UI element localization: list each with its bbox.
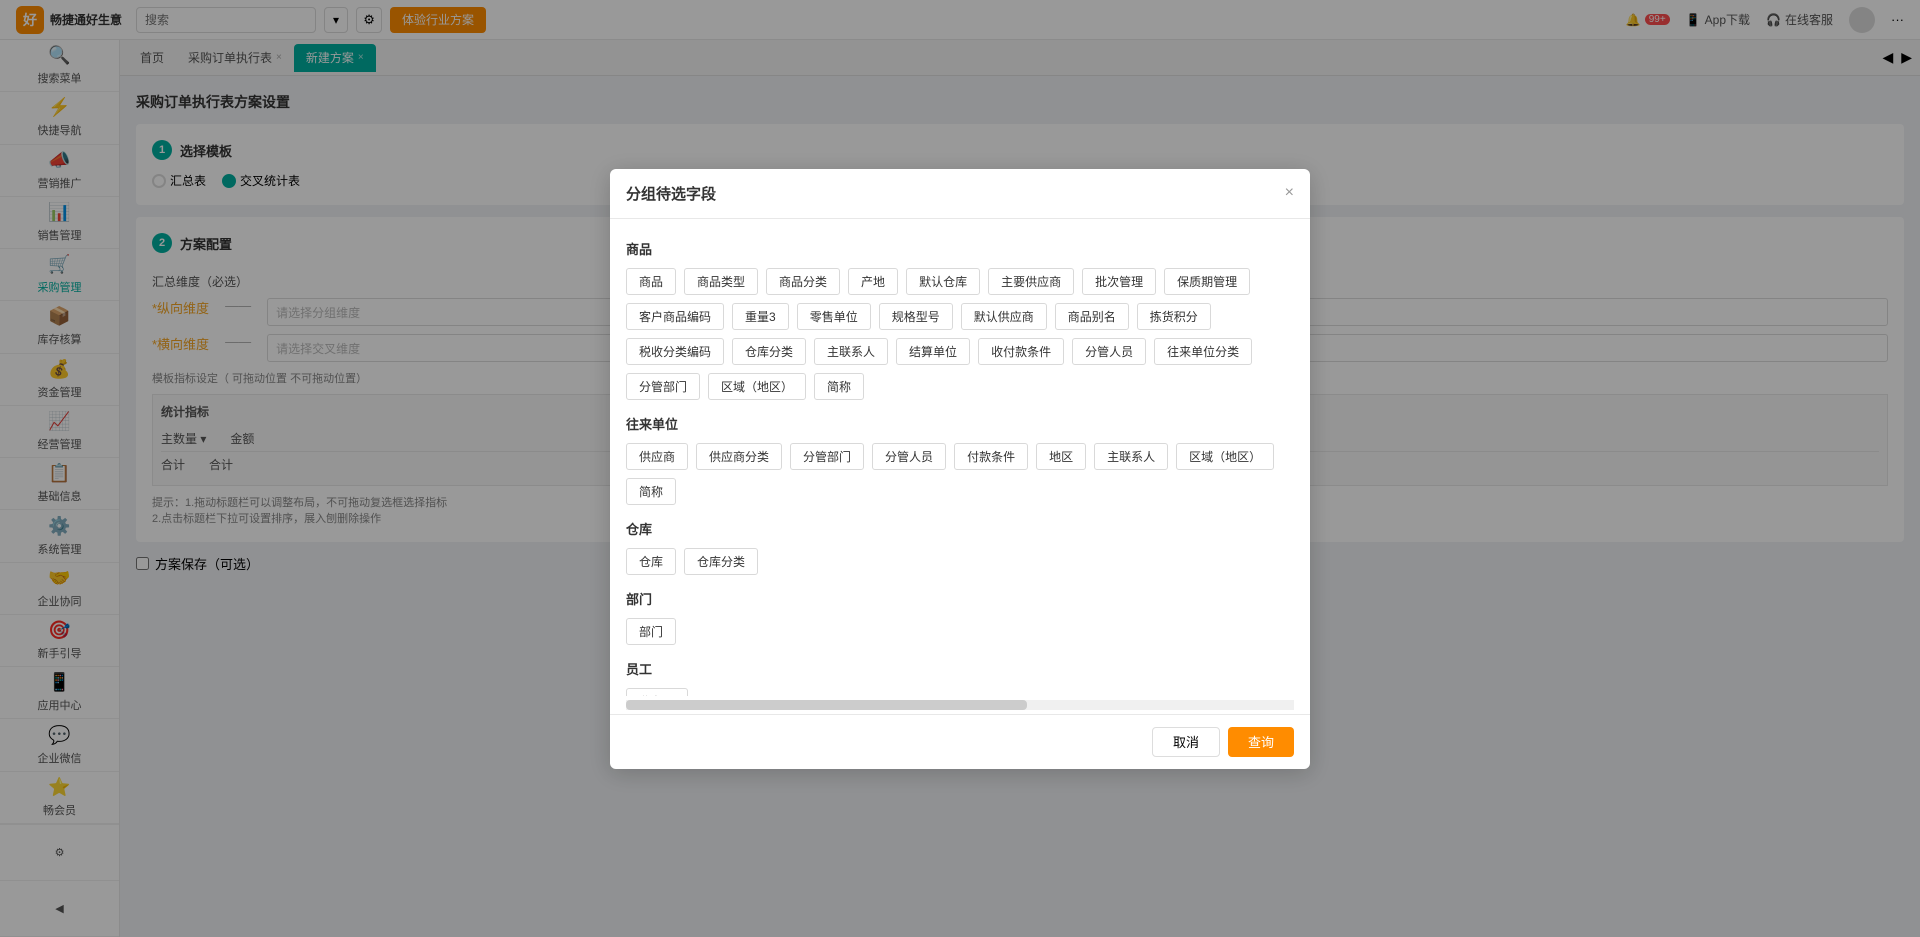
field-main-contact[interactable]: 主联系人 — [814, 338, 888, 365]
dept-fields: 部门 — [626, 618, 1294, 645]
partner-fields: 供应商 供应商分类 分管部门 分管人员 付款条件 地区 主联系人 区域（地区） … — [626, 443, 1294, 505]
overlay: 分组待选字段 × 商品 商品 商品类型 商品分类 产地 默认仓库 主要供应商 批… — [0, 0, 1920, 937]
field-warehouse-category[interactable]: 仓库分类 — [732, 338, 806, 365]
field-origin[interactable]: 产地 — [848, 268, 898, 295]
dialog: 分组待选字段 × 商品 商品 商品类型 商品分类 产地 默认仓库 主要供应商 批… — [610, 169, 1310, 769]
section-dept-title: 部门 — [626, 589, 1294, 608]
field-partner-contact[interactable]: 主联系人 — [1094, 443, 1168, 470]
field-default-supplier[interactable]: 默认供应商 — [961, 303, 1047, 330]
dialog-close-button[interactable]: × — [1285, 184, 1294, 202]
section-partner-title: 往来单位 — [626, 414, 1294, 433]
field-goods-alias[interactable]: 商品别名 — [1055, 303, 1129, 330]
field-goods-category[interactable]: 商品分类 — [766, 268, 840, 295]
dialog-footer: 取消 查询 — [610, 714, 1310, 769]
section-goods-title: 商品 — [626, 239, 1294, 258]
section-warehouse: 仓库 仓库 仓库分类 — [626, 519, 1294, 575]
section-goods: 商品 商品 商品类型 商品分类 产地 默认仓库 主要供应商 批次管理 保质期管理… — [626, 239, 1294, 400]
field-supervisor[interactable]: 分管人员 — [1072, 338, 1146, 365]
dialog-body: 商品 商品 商品类型 商品分类 产地 默认仓库 主要供应商 批次管理 保质期管理… — [610, 219, 1310, 696]
section-warehouse-title: 仓库 — [626, 519, 1294, 538]
field-pick-points[interactable]: 拣货积分 — [1137, 303, 1211, 330]
dialog-title: 分组待选字段 — [626, 183, 716, 204]
field-goods-type[interactable]: 商品类型 — [684, 268, 758, 295]
section-dept: 部门 部门 — [626, 589, 1294, 645]
section-employee-title: 员工 — [626, 659, 1294, 678]
field-partner-short[interactable]: 简称 — [626, 478, 676, 505]
field-salesperson[interactable]: 业务员 — [626, 688, 688, 696]
field-shelf-life[interactable]: 保质期管理 — [1164, 268, 1250, 295]
field-spec[interactable]: 规格型号 — [879, 303, 953, 330]
field-supplier[interactable]: 供应商 — [626, 443, 688, 470]
field-default-warehouse[interactable]: 默认仓库 — [906, 268, 980, 295]
cancel-button[interactable]: 取消 — [1152, 727, 1220, 757]
field-department[interactable]: 部门 — [626, 618, 676, 645]
field-retail-unit[interactable]: 零售单位 — [797, 303, 871, 330]
field-partner-dept[interactable]: 分管部门 — [790, 443, 864, 470]
goods-fields: 商品 商品类型 商品分类 产地 默认仓库 主要供应商 批次管理 保质期管理 客户… — [626, 268, 1294, 400]
scrollbar-container — [610, 696, 1310, 714]
field-batch-mgmt[interactable]: 批次管理 — [1082, 268, 1156, 295]
field-payment-terms[interactable]: 收付款条件 — [978, 338, 1064, 365]
dialog-header: 分组待选字段 × — [610, 169, 1310, 219]
warehouse-fields: 仓库 仓库分类 — [626, 548, 1294, 575]
section-employee: 员工 业务员 — [626, 659, 1294, 696]
field-region[interactable]: 区域（地区） — [708, 373, 806, 400]
field-payment-condition[interactable]: 付款条件 — [954, 443, 1028, 470]
field-warehouse[interactable]: 仓库 — [626, 548, 676, 575]
field-main-supplier[interactable]: 主要供应商 — [988, 268, 1074, 295]
field-partner-supervisor[interactable]: 分管人员 — [872, 443, 946, 470]
field-dept[interactable]: 分管部门 — [626, 373, 700, 400]
field-partner-category[interactable]: 往来单位分类 — [1154, 338, 1252, 365]
field-short-name[interactable]: 简称 — [814, 373, 864, 400]
confirm-button[interactable]: 查询 — [1228, 727, 1294, 757]
field-area[interactable]: 地区 — [1036, 443, 1086, 470]
horizontal-scrollbar[interactable] — [626, 700, 1294, 710]
scrollbar-thumb — [626, 700, 1027, 710]
field-warehouse-cat[interactable]: 仓库分类 — [684, 548, 758, 575]
field-settlement-unit[interactable]: 结算单位 — [896, 338, 970, 365]
section-partner: 往来单位 供应商 供应商分类 分管部门 分管人员 付款条件 地区 主联系人 区域… — [626, 414, 1294, 505]
field-supplier-category[interactable]: 供应商分类 — [696, 443, 782, 470]
field-customer-sku[interactable]: 客户商品编码 — [626, 303, 724, 330]
field-partner-region[interactable]: 区域（地区） — [1176, 443, 1274, 470]
field-goods[interactable]: 商品 — [626, 268, 676, 295]
field-weight[interactable]: 重量3 — [732, 303, 789, 330]
field-tax-code[interactable]: 税收分类编码 — [626, 338, 724, 365]
employee-fields: 业务员 — [626, 688, 1294, 696]
